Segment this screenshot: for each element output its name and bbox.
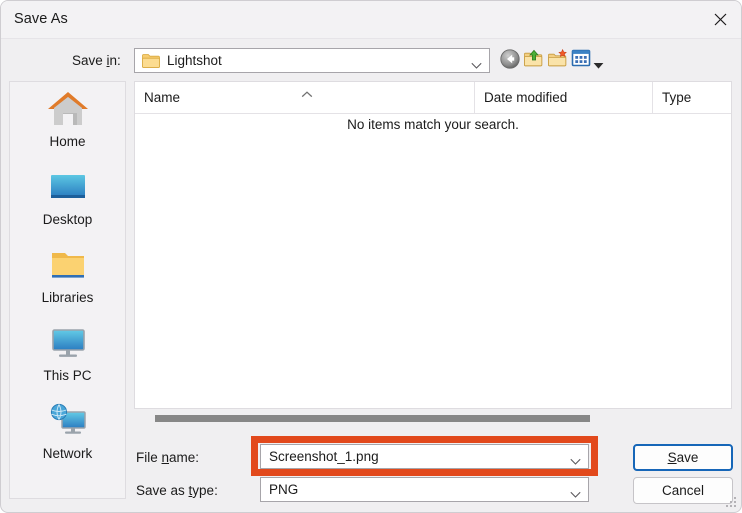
views-dropdown-button[interactable] [593, 57, 605, 69]
sidebar-item-home[interactable]: Home [10, 86, 125, 164]
column-header-name[interactable]: Name [135, 82, 474, 114]
desktop-icon [10, 164, 125, 210]
save-in-combobox[interactable]: Lightshot [134, 48, 490, 73]
this-pc-monitor-icon [10, 320, 125, 366]
sidebar-item-label: Network [42, 446, 93, 461]
column-header-label: Type [662, 90, 692, 105]
sidebar-item-label: This PC [43, 368, 92, 383]
save-button[interactable]: Save [633, 444, 733, 471]
file-list-panel[interactable]: Name Date modified Type No items match y… [134, 81, 732, 409]
window-title: Save As [14, 11, 68, 27]
scrollbar-thumb[interactable] [155, 415, 590, 422]
chevron-down-icon [593, 63, 604, 69]
folder-icon [142, 53, 160, 74]
file-name-combobox[interactable]: Screenshot_1.png [260, 444, 589, 469]
column-header-type[interactable]: Type [652, 82, 731, 114]
create-new-folder-button[interactable] [547, 48, 571, 72]
views-button[interactable] [571, 48, 595, 72]
sidebar-item-label: Home [49, 134, 86, 149]
sidebar-item-this-pc[interactable]: This PC [10, 320, 125, 398]
up-folder-icon [524, 49, 543, 67]
close-icon [714, 13, 726, 26]
save-in-value: Lightshot [167, 53, 222, 68]
new-folder-icon [548, 48, 567, 67]
sort-ascending-icon [301, 85, 313, 103]
empty-list-message: No items match your search. [347, 117, 519, 132]
column-header-label: Date modified [484, 90, 568, 105]
column-header-date-modified[interactable]: Date modified [474, 82, 652, 114]
views-grid-icon [571, 49, 591, 67]
cancel-button[interactable]: Cancel [633, 477, 733, 504]
close-button[interactable] [697, 1, 741, 38]
save-as-type-label: Save as type: [136, 483, 218, 498]
save-in-label: Save in: [72, 53, 121, 68]
up-one-level-button[interactable] [523, 48, 547, 72]
sidebar-item-label: Desktop [42, 212, 93, 227]
resize-grip[interactable] [726, 497, 738, 509]
sidebar-item-network[interactable]: Network [10, 398, 125, 476]
chevron-down-icon[interactable] [570, 453, 581, 471]
sidebar-item-desktop[interactable]: Desktop [10, 164, 125, 242]
horizontal-scrollbar[interactable] [134, 411, 732, 425]
save-as-type-combobox[interactable]: PNG [260, 477, 589, 502]
cancel-button-label: Cancel [661, 483, 705, 498]
back-arrow-icon [500, 49, 520, 69]
save-as-type-value: PNG [269, 482, 299, 497]
save-as-dialog: Save As Save in: Lightshot Home Desktop … [0, 0, 742, 513]
network-globe-icon [10, 398, 125, 444]
title-bar: Save As [1, 1, 741, 39]
chevron-down-icon [471, 57, 482, 75]
libraries-folder-icon [10, 242, 125, 288]
back-button[interactable] [499, 48, 523, 72]
home-icon [10, 86, 125, 132]
column-header-label: Name [144, 90, 181, 105]
chevron-down-icon[interactable] [570, 486, 581, 504]
sidebar-item-libraries[interactable]: Libraries [10, 242, 125, 320]
file-name-label: File name: [136, 450, 200, 465]
sidebar-item-label: Libraries [41, 290, 94, 305]
places-sidebar: Home Desktop Libraries This PC Network [9, 81, 126, 499]
file-name-value: Screenshot_1.png [269, 449, 379, 464]
